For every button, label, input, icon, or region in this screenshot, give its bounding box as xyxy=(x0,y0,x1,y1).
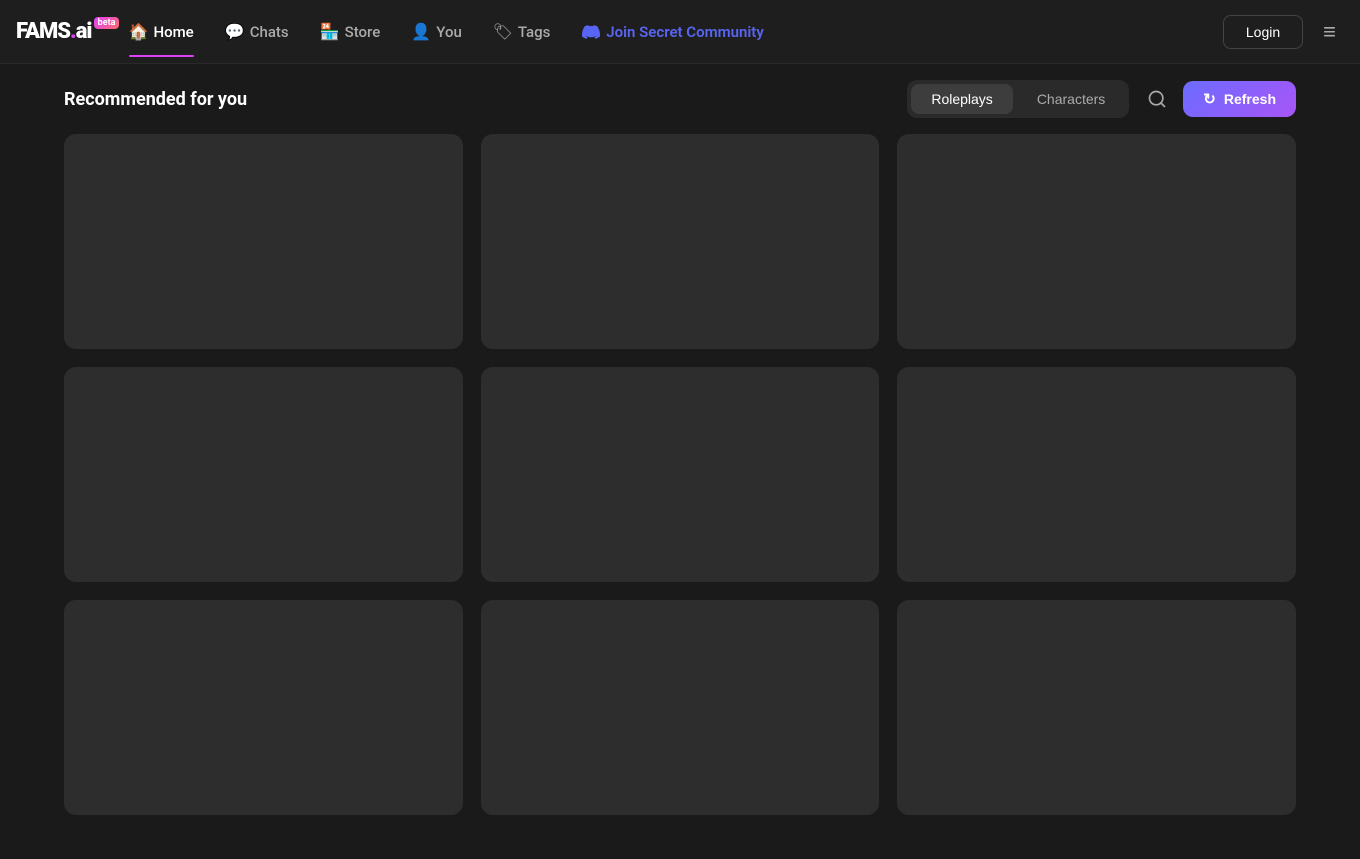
refresh-icon: ↻ xyxy=(1203,90,1216,108)
card-skeleton-4[interactable] xyxy=(64,367,463,582)
chats-icon: 💬 xyxy=(226,23,244,41)
nav-label-discord: Join Secret Community xyxy=(606,23,764,41)
toolbar-right: ↻ Refresh xyxy=(1141,81,1296,117)
store-icon: 🏪 xyxy=(321,23,339,41)
tab-characters[interactable]: Characters xyxy=(1017,84,1125,114)
discord-icon xyxy=(582,23,600,41)
refresh-label: Refresh xyxy=(1224,91,1276,107)
nav-item-store[interactable]: 🏪 Store xyxy=(307,15,395,49)
nav-label-home: Home xyxy=(153,23,193,41)
logo-fams-text: FAMS xyxy=(16,19,70,44)
search-button[interactable] xyxy=(1141,83,1173,115)
you-icon: 👤 xyxy=(412,23,430,41)
nav-label-chats: Chats xyxy=(250,23,289,41)
nav-label-you: You xyxy=(436,23,462,41)
nav-item-you[interactable]: 👤 You xyxy=(398,15,476,49)
nav-links: 🏠 Home 💬 Chats 🏪 Store 👤 You 🏷 Tags Join… xyxy=(115,15,1214,49)
card-skeleton-2[interactable] xyxy=(481,134,880,349)
card-skeleton-8[interactable] xyxy=(481,600,880,815)
nav-item-chats[interactable]: 💬 Chats xyxy=(212,15,303,49)
nav-item-discord[interactable]: Join Secret Community xyxy=(568,15,778,49)
nav-label-store: Store xyxy=(345,23,381,41)
cards-grid xyxy=(64,134,1296,815)
content-area xyxy=(0,134,1360,855)
tags-icon: 🏷 xyxy=(494,23,512,41)
card-skeleton-5[interactable] xyxy=(481,367,880,582)
section-title: Recommended for you xyxy=(64,89,895,110)
card-skeleton-6[interactable] xyxy=(897,367,1296,582)
tab-roleplays[interactable]: Roleplays xyxy=(911,84,1012,114)
refresh-button[interactable]: ↻ Refresh xyxy=(1183,81,1296,117)
card-skeleton-7[interactable] xyxy=(64,600,463,815)
navbar: FAMS.ai beta 🏠 Home 💬 Chats 🏪 Store 👤 Yo… xyxy=(0,0,1360,64)
hamburger-menu-button[interactable]: ≡ xyxy=(1315,17,1344,47)
nav-right: Login ≡ xyxy=(1223,15,1344,49)
nav-item-home[interactable]: 🏠 Home xyxy=(115,15,207,49)
login-button[interactable]: Login xyxy=(1223,15,1303,49)
home-icon: 🏠 xyxy=(129,23,147,41)
nav-item-tags[interactable]: 🏷 Tags xyxy=(480,15,564,49)
card-skeleton-3[interactable] xyxy=(897,134,1296,349)
card-skeleton-9[interactable] xyxy=(897,600,1296,815)
logo-ai-text: ai xyxy=(76,19,92,44)
toolbar: Recommended for you Roleplays Characters… xyxy=(0,64,1360,134)
nav-label-tags: Tags xyxy=(518,23,550,41)
filter-tabs: Roleplays Characters xyxy=(907,80,1129,118)
card-skeleton-1[interactable] xyxy=(64,134,463,349)
logo[interactable]: FAMS.ai beta xyxy=(16,19,91,44)
